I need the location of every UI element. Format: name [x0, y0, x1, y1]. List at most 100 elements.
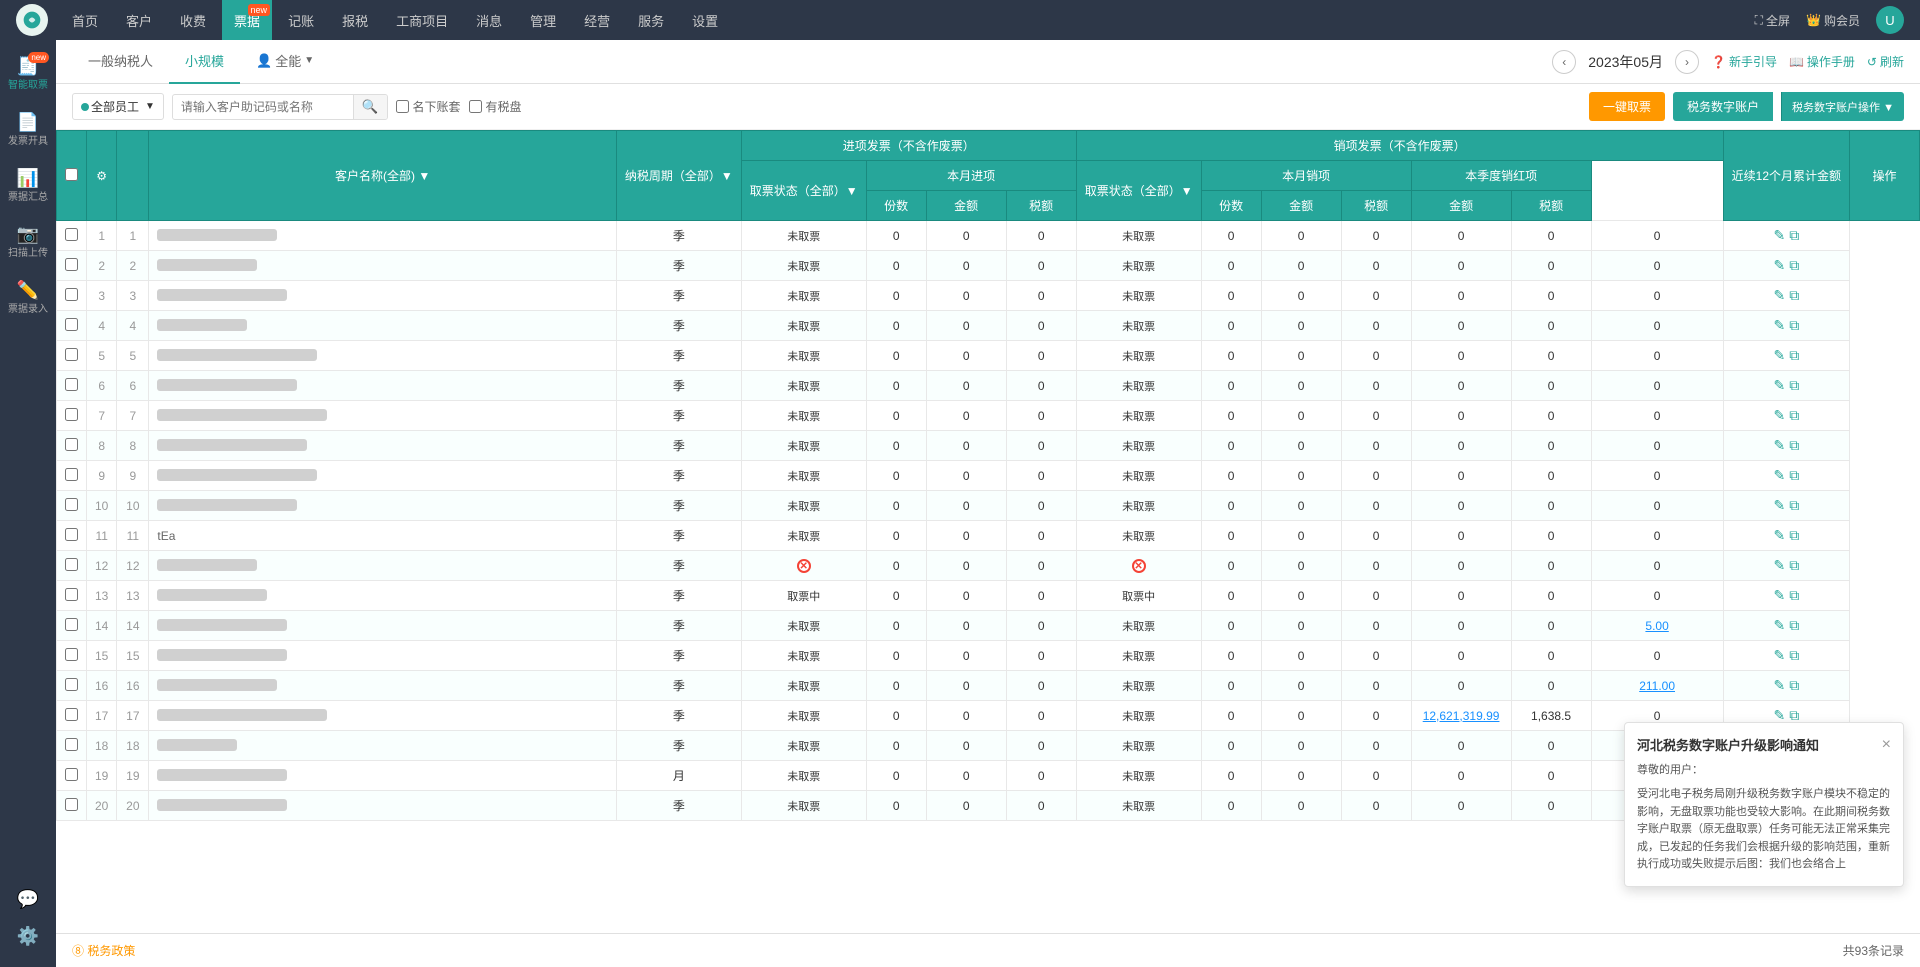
row-name-cell[interactable]	[149, 641, 617, 671]
row-select-checkbox[interactable]	[65, 498, 78, 511]
search-button[interactable]: 🔍	[353, 95, 387, 119]
sidebar-item-smart-ticket[interactable]: 🧾 智能取票 new	[3, 48, 53, 100]
row-select-checkbox[interactable]	[65, 708, 78, 721]
row-name-cell[interactable]	[149, 251, 617, 281]
th-customer-name[interactable]: 客户名称(全部) ▼	[149, 131, 617, 221]
copy-icon[interactable]: ⧉	[1789, 407, 1799, 424]
user-avatar[interactable]: U	[1876, 6, 1904, 34]
edit-icon[interactable]: ✎	[1773, 647, 1785, 664]
row-select-checkbox[interactable]	[65, 738, 78, 751]
copy-icon[interactable]: ⧉	[1789, 647, 1799, 664]
row-name-cell[interactable]	[149, 371, 617, 401]
row-name-cell[interactable]	[149, 701, 617, 731]
th-tax-period[interactable]: 纳税周期（全部）▼	[616, 131, 741, 221]
row-checkbox-cell[interactable]	[57, 251, 87, 281]
row-name-cell[interactable]	[149, 311, 617, 341]
row-name-cell[interactable]	[149, 221, 617, 251]
row-checkbox-cell[interactable]	[57, 641, 87, 671]
sidebar-item-scan-upload[interactable]: 📷 扫描上传	[3, 216, 53, 268]
nav-message[interactable]: 消息	[464, 0, 514, 40]
copy-icon[interactable]: ⧉	[1789, 677, 1799, 694]
row-select-checkbox[interactable]	[65, 468, 78, 481]
row-select-checkbox[interactable]	[65, 408, 78, 421]
copy-icon[interactable]: ⧉	[1789, 587, 1799, 604]
nav-client[interactable]: 客户	[114, 0, 164, 40]
member-btn[interactable]: 👑 购会员	[1806, 12, 1860, 29]
row-checkbox-cell[interactable]	[57, 431, 87, 461]
row-name-cell[interactable]	[149, 581, 617, 611]
row-checkbox-cell[interactable]	[57, 671, 87, 701]
refresh-link[interactable]: ↺ 刷新	[1867, 53, 1904, 70]
row-select-checkbox[interactable]	[65, 348, 78, 361]
row-select-checkbox[interactable]	[65, 318, 78, 331]
one-click-fetch-btn[interactable]: 一键取票	[1589, 92, 1665, 121]
th-in-status[interactable]: 取票状态（全部）▼	[741, 161, 866, 221]
edit-icon[interactable]: ✎	[1773, 407, 1785, 424]
prev-month-btn[interactable]: ‹	[1552, 50, 1576, 74]
row-name-cell[interactable]	[149, 281, 617, 311]
nav-bookkeeping[interactable]: 记账	[276, 0, 326, 40]
red-amount-link[interactable]: 12,621,319.99	[1423, 709, 1500, 723]
edit-icon[interactable]: ✎	[1773, 347, 1785, 364]
row-select-checkbox[interactable]	[65, 438, 78, 451]
edit-icon[interactable]: ✎	[1773, 497, 1785, 514]
edit-icon[interactable]: ✎	[1773, 287, 1785, 304]
sidebar-item-config[interactable]: ⚙️	[3, 918, 53, 955]
select-all-checkbox[interactable]	[65, 168, 78, 181]
sidebar-item-invoice-summary[interactable]: 📊 票据汇总	[3, 160, 53, 212]
row-select-checkbox[interactable]	[65, 228, 78, 241]
row-name-cell[interactable]	[149, 551, 617, 581]
row-select-checkbox[interactable]	[65, 528, 78, 541]
row-select-checkbox[interactable]	[65, 588, 78, 601]
row-name-cell[interactable]	[149, 401, 617, 431]
tab-general-taxpayer[interactable]: 一般纳税人	[72, 40, 169, 84]
copy-icon[interactable]: ⧉	[1789, 227, 1799, 244]
row-select-checkbox[interactable]	[65, 558, 78, 571]
row-checkbox-cell[interactable]	[57, 401, 87, 431]
copy-icon[interactable]: ⧉	[1789, 347, 1799, 364]
copy-icon[interactable]: ⧉	[1789, 377, 1799, 394]
row-checkbox-cell[interactable]	[57, 731, 87, 761]
copy-icon[interactable]: ⧉	[1789, 437, 1799, 454]
digital-account-dropdown-btn[interactable]: 税务数字账户操作 ▼	[1781, 92, 1904, 121]
nav-management[interactable]: 管理	[518, 0, 568, 40]
new-guide-link[interactable]: ❓ 新手引导	[1711, 53, 1777, 70]
notification-close-btn[interactable]: ×	[1882, 736, 1891, 754]
search-input[interactable]	[173, 96, 353, 118]
row-checkbox-cell[interactable]	[57, 521, 87, 551]
nav-fee[interactable]: 收费	[168, 0, 218, 40]
copy-icon[interactable]: ⧉	[1789, 467, 1799, 484]
row-name-cell[interactable]	[149, 461, 617, 491]
row-select-checkbox[interactable]	[65, 768, 78, 781]
row-select-checkbox[interactable]	[65, 378, 78, 391]
row-checkbox-cell[interactable]	[57, 701, 87, 731]
cumulative-link[interactable]: 5.00	[1645, 619, 1668, 633]
row-checkbox-cell[interactable]	[57, 761, 87, 791]
owned-accounts-checkbox[interactable]	[396, 100, 409, 113]
edit-icon[interactable]: ✎	[1773, 317, 1785, 334]
row-checkbox-cell[interactable]	[57, 311, 87, 341]
has-taxdisk-checkbox[interactable]	[469, 100, 482, 113]
row-select-checkbox[interactable]	[65, 648, 78, 661]
sidebar-item-invoice-open[interactable]: 📄 发票开具	[3, 104, 53, 156]
edit-icon[interactable]: ✎	[1773, 587, 1785, 604]
copy-icon[interactable]: ⧉	[1789, 287, 1799, 304]
row-name-cell[interactable]	[149, 731, 617, 761]
copy-icon[interactable]: ⧉	[1789, 317, 1799, 334]
row-name-cell[interactable]	[149, 761, 617, 791]
edit-icon[interactable]: ✎	[1773, 557, 1785, 574]
edit-icon[interactable]: ✎	[1773, 437, 1785, 454]
copy-icon[interactable]: ⧉	[1789, 557, 1799, 574]
edit-icon[interactable]: ✎	[1773, 467, 1785, 484]
digital-account-btn[interactable]: 税务数字账户	[1673, 92, 1773, 121]
nav-service[interactable]: 服务	[626, 0, 676, 40]
next-month-btn[interactable]: ›	[1675, 50, 1699, 74]
tax-policy-link[interactable]: ⑧ 税务政策	[72, 942, 135, 959]
row-name-cell[interactable]: tEa	[149, 521, 617, 551]
nav-invoice[interactable]: 票据 new	[222, 0, 272, 40]
checkbox-has-taxdisk[interactable]: 有税盘	[469, 98, 522, 115]
nav-home[interactable]: 首页	[60, 0, 110, 40]
copy-icon[interactable]: ⧉	[1789, 707, 1799, 724]
edit-icon[interactable]: ✎	[1773, 527, 1785, 544]
row-checkbox-cell[interactable]	[57, 551, 87, 581]
